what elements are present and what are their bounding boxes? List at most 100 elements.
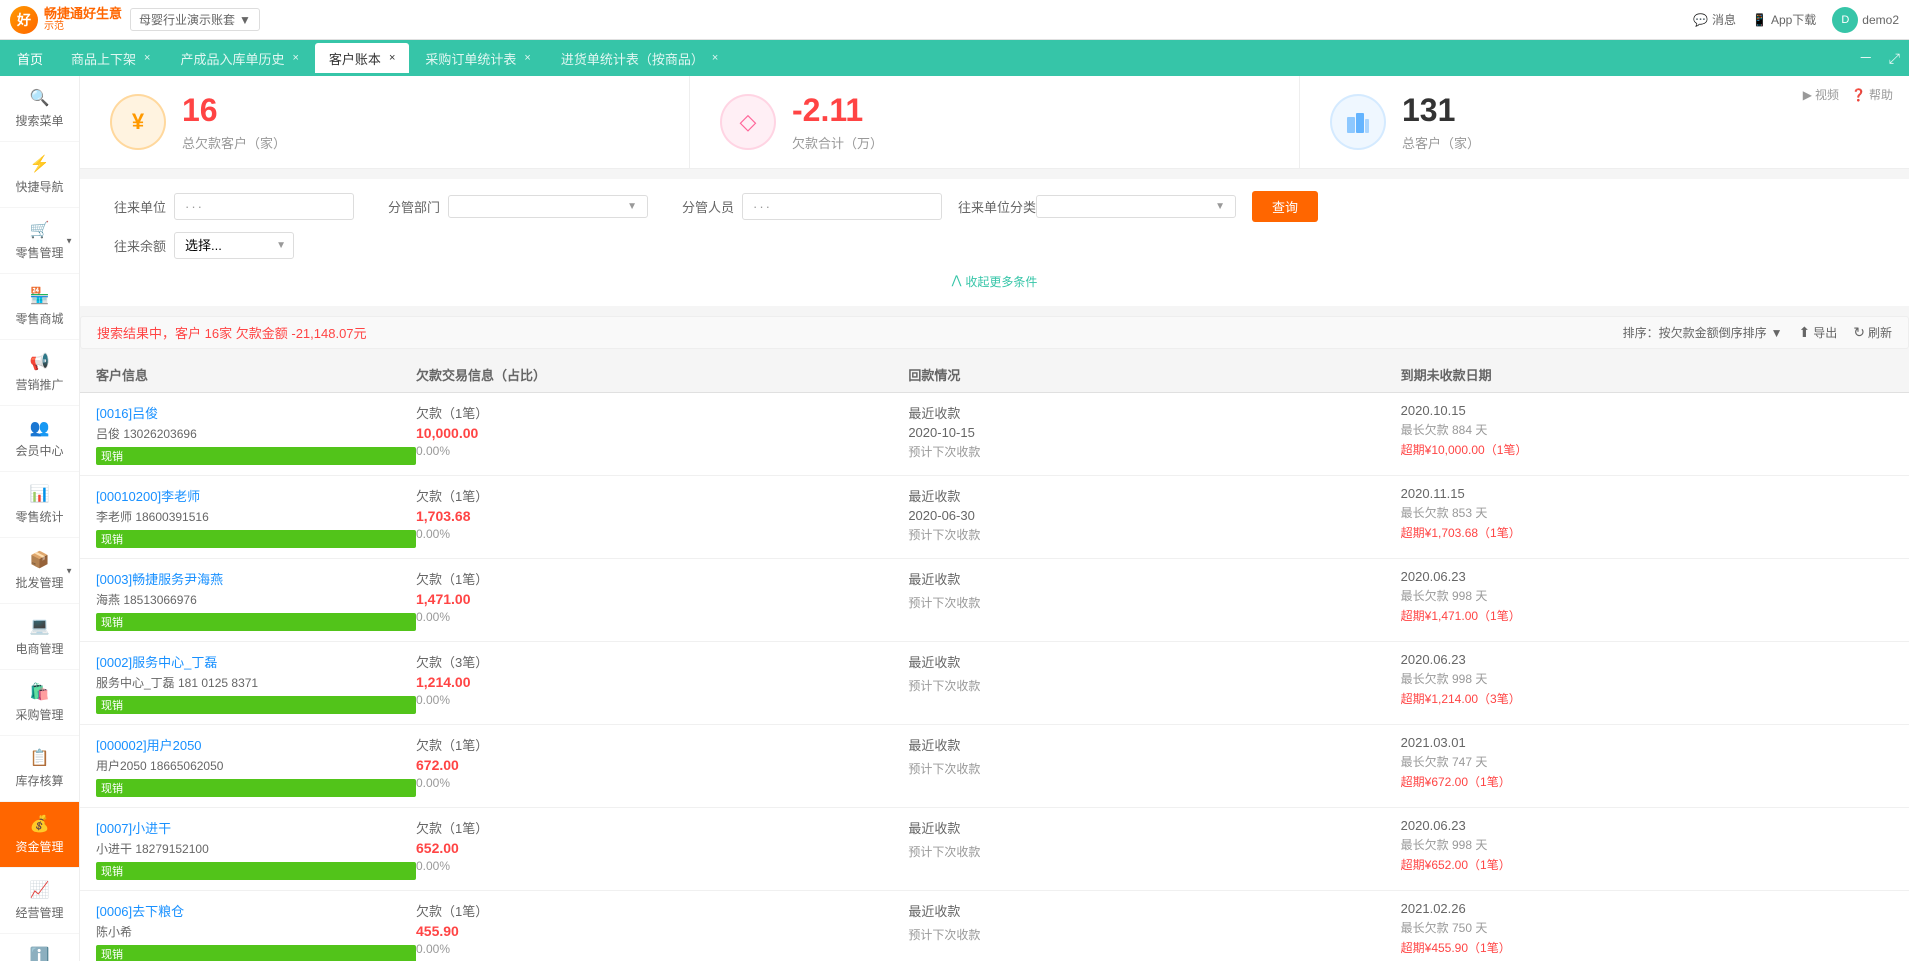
sidebar-item-retail-mgmt[interactable]: 🛒 零售管理	[0, 208, 79, 274]
stat-total-customers: 131 总客户（家） ▶ 视频 ❓ 帮助	[1300, 76, 1909, 168]
query-button[interactable]: 查询	[1252, 191, 1318, 222]
unit-type-label: 往来单位分类	[958, 197, 1028, 216]
sidebar-item-retail-store[interactable]: 🏪 零售商城	[0, 274, 79, 340]
appdown-label: App下载	[1771, 11, 1816, 28]
appdown-btn[interactable]: 📱 App下载	[1752, 11, 1816, 28]
tab-purchase-order[interactable]: 采购订单统计表 ×	[411, 43, 544, 73]
overdue-info-6: 2021.02.26 最长欠款 750 天 超期¥455.90（1笔）	[1401, 901, 1893, 956]
debt-amount-2[interactable]: 1,471.00	[416, 591, 908, 607]
customer-name-1[interactable]: [00010200]李老师	[96, 486, 416, 505]
sort-btn[interactable]: 排序：按欠款金额倒序排序 ▼	[1623, 324, 1783, 341]
tab-product-history-label: 产成品入库单历史	[180, 49, 284, 68]
user-label: demo2	[1862, 13, 1899, 27]
layout: 🔍 搜索菜单 ⚡ 快捷导航 🛒 零售管理 🏪 零售商城 📢 营销推广 👥 会员中…	[0, 76, 1909, 961]
stat-top-right: ▶ 视频 ❓ 帮助	[1803, 86, 1893, 103]
customer-name-6[interactable]: [0006]去下粮仓	[96, 901, 416, 920]
tab-product-history[interactable]: 产成品入库单历史 ×	[166, 43, 312, 73]
collapse-row[interactable]: ⋀ 收起更多条件	[96, 269, 1893, 294]
company-label: 母婴行业演示账套	[139, 11, 235, 28]
overdue-date-2: 2020.06.23	[1401, 569, 1893, 584]
sidebar-item-batch-mgmt[interactable]: 📦 批发管理	[0, 538, 79, 604]
sidebar-item-inventory[interactable]: 📋 库存核算	[0, 736, 79, 802]
tab-product-history-close[interactable]: ×	[292, 52, 298, 64]
filter-unit-type: 往来单位分类 ▼	[958, 195, 1236, 218]
customer-name-3[interactable]: [0002]服务中心_丁磊	[96, 652, 416, 671]
customer-name-5[interactable]: [0007]小进干	[96, 818, 416, 837]
members-icon: 👥	[30, 418, 50, 438]
tab-purchase-order-close[interactable]: ×	[524, 52, 530, 64]
overdue-info-4: 2021.03.01 最长欠款 747 天 超期¥672.00（1笔）	[1401, 735, 1893, 790]
tab-home[interactable]: 首页	[5, 43, 55, 73]
customer-name-2[interactable]: [0003]畅捷服务尹海燕	[96, 569, 416, 588]
sidebar: 🔍 搜索菜单 ⚡ 快捷导航 🛒 零售管理 🏪 零售商城 📢 营销推广 👥 会员中…	[0, 76, 80, 961]
stat-total-customers-values: 131 总客户（家）	[1402, 92, 1480, 152]
overdue-amount-6[interactable]: 超期¥455.90（1笔）	[1401, 939, 1893, 956]
message-btn[interactable]: 💬 消息	[1693, 11, 1736, 28]
debt-amount-4[interactable]: 672.00	[416, 757, 908, 773]
sidebar-item-retail-stats[interactable]: 📊 零售统计	[0, 472, 79, 538]
debt-count-5: 欠款（1笔）	[416, 818, 908, 837]
tab-customer-account-close[interactable]: ×	[389, 52, 395, 64]
sidebar-item-quick-nav[interactable]: ⚡ 快捷导航	[0, 142, 79, 208]
overdue-amount-4[interactable]: 超期¥672.00（1笔）	[1401, 773, 1893, 790]
user-area[interactable]: D demo2	[1832, 7, 1899, 33]
debt-total-number: -2.11	[792, 92, 883, 129]
customer-name-0[interactable]: [0016]吕俊	[96, 403, 416, 422]
tab-import-stats-close[interactable]: ×	[712, 52, 718, 64]
table-container: 客户信息 欠款交易信息（占比） 回款情况 到期未收款日期 [0016]吕俊 吕俊…	[80, 357, 1909, 961]
refresh-btn[interactable]: ↻ 刷新	[1853, 324, 1892, 341]
sidebar-inventory-label: 库存核算	[15, 772, 63, 789]
sidebar-item-search[interactable]: 🔍 搜索菜单	[0, 76, 79, 142]
source-unit-input[interactable]: ···	[174, 193, 354, 220]
customer-info-5: [0007]小进干 小进干 18279152100 现销	[96, 818, 416, 880]
debt-percent-3: 0.00%	[416, 693, 908, 707]
customer-phone-5: 小进干 18279152100	[96, 840, 416, 857]
overdue-date-5: 2020.06.23	[1401, 818, 1893, 833]
tab-product-list-close[interactable]: ×	[144, 52, 150, 64]
dept-input[interactable]: ▼	[448, 195, 648, 218]
debt-count-0: 欠款（1笔）	[416, 403, 908, 422]
tab-import-stats[interactable]: 进货单统计表（按商品） ×	[547, 43, 732, 73]
customer-tag-0: 现销	[96, 447, 416, 465]
debt-amount-0[interactable]: 10,000.00	[416, 425, 908, 441]
sidebar-item-members[interactable]: 👥 会员中心	[0, 406, 79, 472]
debt-amount-5[interactable]: 652.00	[416, 840, 908, 856]
unit-type-input[interactable]: ▼	[1036, 195, 1236, 218]
overdue-amount-1[interactable]: 超期¥1,703.68（1笔）	[1401, 524, 1893, 541]
sidebar-item-business[interactable]: 📈 经营管理	[0, 868, 79, 934]
sidebar-search-label: 搜索菜单	[15, 112, 63, 129]
balance-select[interactable]: 选择... 全部 有余额 无余额	[174, 232, 294, 259]
overdue-amount-2[interactable]: 超期¥1,471.00（1笔）	[1401, 607, 1893, 624]
sidebar-item-purchase[interactable]: 🛍️ 采购管理	[0, 670, 79, 736]
overdue-amount-3[interactable]: 超期¥1,214.00（3笔）	[1401, 690, 1893, 707]
tab-customer-account[interactable]: 客户账本 ×	[315, 43, 409, 73]
debt-amount-6[interactable]: 455.90	[416, 923, 908, 939]
customer-phone-1: 李老师 18600391516	[96, 508, 416, 525]
retail-stats-icon: 📊	[30, 484, 50, 504]
help-link[interactable]: ❓ 帮助	[1851, 86, 1893, 103]
customer-name-4[interactable]: [000002]用户2050	[96, 735, 416, 754]
payback-next-3: 预计下次收款	[908, 677, 1400, 694]
topbar: 好 畅捷通好生意 示范 母婴行业演示账套 ▼ 💬 消息 📱 App下载 D de…	[0, 0, 1909, 40]
video-link[interactable]: ▶ 视频	[1803, 86, 1839, 103]
tab-product-list[interactable]: 商品上下架 ×	[57, 43, 164, 73]
company-selector[interactable]: 母婴行业演示账套 ▼	[130, 8, 260, 31]
overdue-amount-0[interactable]: 超期¥10,000.00（1笔）	[1401, 441, 1893, 458]
debt-amount-1[interactable]: 1,703.68	[416, 508, 908, 524]
person-input[interactable]: ···	[742, 193, 942, 220]
export-btn[interactable]: ⬆ 导出	[1799, 324, 1838, 341]
stat-debt-total-icon: ◇	[720, 94, 776, 150]
help-icon: ❓	[1851, 88, 1866, 102]
sidebar-item-finance[interactable]: 💰 资金管理	[0, 802, 79, 868]
sidebar-item-basic-info[interactable]: ℹ️ 基础信息	[0, 934, 79, 961]
sidebar-retail-store-label: 零售商城	[15, 310, 63, 327]
debt-info-5: 欠款（1笔） 652.00 0.00%	[416, 818, 908, 873]
sidebar-item-ecommerce[interactable]: 💻 电商管理	[0, 604, 79, 670]
minimize-btn[interactable]: －	[1855, 46, 1877, 70]
sidebar-item-marketing[interactable]: 📢 营销推广	[0, 340, 79, 406]
overdue-amount-5[interactable]: 超期¥652.00（1笔）	[1401, 856, 1893, 873]
retail-store-icon: 🏪	[30, 286, 50, 306]
maximize-btn[interactable]: ⤢	[1885, 48, 1904, 69]
debt-amount-3[interactable]: 1,214.00	[416, 674, 908, 690]
customer-phone-0: 吕俊 13026203696	[96, 425, 416, 442]
